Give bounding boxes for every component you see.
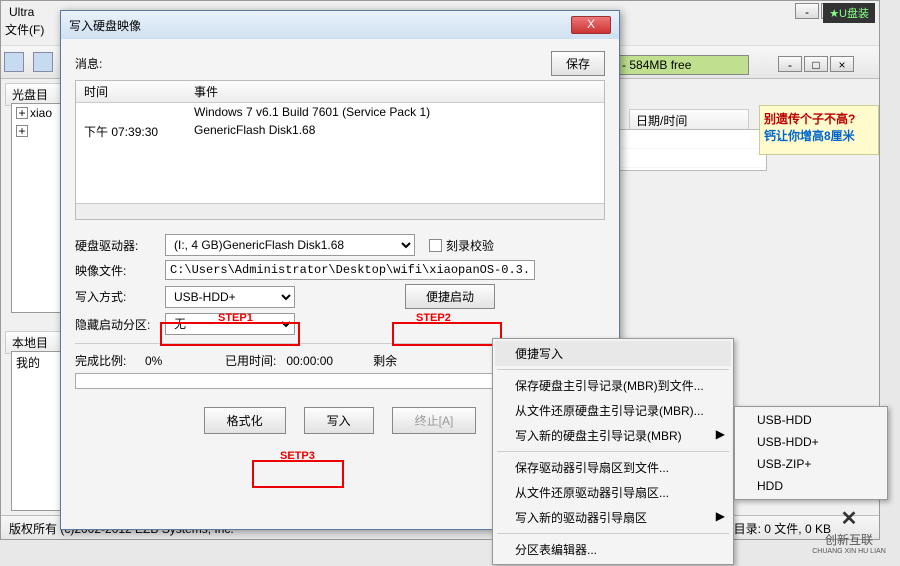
menu-restore-bootsector[interactable]: 从文件还原驱动器引导扇区...: [495, 480, 731, 505]
drive-label: 硬盘驱动器:: [75, 237, 165, 254]
table-row: 下午 07:39:30GenericFlash Disk1.68: [76, 121, 604, 142]
save-button[interactable]: 保存: [551, 51, 605, 76]
chevron-right-icon: ▶: [716, 509, 725, 523]
menu-label: 写入新的驱动器引导扇区: [515, 511, 647, 525]
quick-boot-menu: 便捷写入 保存硬盘主引导记录(MBR)到文件... 从文件还原硬盘主引导记录(M…: [492, 338, 734, 565]
write-button[interactable]: 写入: [304, 407, 374, 434]
drive-select[interactable]: (I:, 4 GB)GenericFlash Disk1.68: [165, 234, 415, 256]
menu-header: 便捷写入: [495, 341, 731, 366]
dialog-close-button[interactable]: X: [571, 16, 611, 34]
col-time[interactable]: 时间: [76, 81, 186, 103]
panel-window-controls: - □ ×: [778, 56, 854, 72]
submenu-usb-zip-plus[interactable]: USB-ZIP+: [737, 453, 885, 475]
window-title: Ultra: [9, 5, 34, 19]
logo-mark: ✕: [841, 508, 858, 530]
image-label: 映像文件:: [75, 262, 165, 279]
chevron-right-icon: ▶: [716, 427, 725, 441]
logo-brand: 创新互联: [804, 531, 894, 548]
time-cell: 下午 07:39:30: [76, 121, 186, 142]
menu-write-new-mbr[interactable]: 写入新的硬盘主引导记录(MBR) ▶: [495, 423, 731, 448]
menu-write-new-bootsector[interactable]: 写入新的驱动器引导扇区 ▶: [495, 505, 731, 530]
progress-value: 0%: [145, 354, 225, 368]
abort-button[interactable]: 终止[A]: [392, 407, 477, 434]
submenu-hdd[interactable]: HDD: [737, 475, 885, 497]
event-cell: GenericFlash Disk1.68: [186, 121, 604, 142]
maximize-button[interactable]: □: [804, 56, 828, 72]
new-icon[interactable]: [4, 52, 24, 72]
expand-icon[interactable]: +: [16, 125, 28, 137]
menu-separator: [497, 451, 729, 452]
elapsed-label: 已用时间:: [225, 352, 276, 369]
table-row: Windows 7 v6.1 Build 7601 (Service Pack …: [76, 103, 604, 122]
mbr-type-submenu: USB-HDD USB-HDD+ USB-ZIP+ HDD: [734, 406, 888, 500]
step1-label: STEP1: [218, 312, 253, 324]
quick-boot-button[interactable]: 便捷启动: [405, 284, 495, 309]
message-log: 时间事件 Windows 7 v6.1 Build 7601 (Service …: [75, 80, 605, 220]
menu-label: 写入新的硬盘主引导记录(MBR): [515, 429, 682, 443]
verify-checkbox[interactable]: [429, 239, 442, 252]
tree-label: 我的: [16, 356, 40, 370]
remain-label: 剩余: [373, 352, 397, 369]
col-event[interactable]: 事件: [186, 81, 604, 103]
menu-partition-editor[interactable]: 分区表编辑器...: [495, 537, 731, 562]
hide-partition-label: 隐藏启动分区:: [75, 316, 165, 333]
menu-save-mbr[interactable]: 保存硬盘主引导记录(MBR)到文件...: [495, 373, 731, 398]
ad-line-1: 别遗传个子不高?: [764, 110, 874, 127]
write-method-label: 写入方式:: [75, 288, 165, 305]
step2-label: STEP2: [416, 312, 451, 324]
logo-sub: CHUANG XIN HU LIAN: [804, 548, 894, 555]
menu-separator: [497, 533, 729, 534]
dialog-title: 写入硬盘映像: [69, 17, 571, 34]
ad-line-2: 钙让你增高8厘米: [764, 127, 874, 144]
menu-save-bootsector[interactable]: 保存驱动器引导扇区到文件...: [495, 455, 731, 480]
progress-label: 完成比例:: [75, 352, 145, 369]
event-cell: Windows 7 v6.1 Build 7601 (Service Pack …: [186, 103, 604, 122]
horizontal-scrollbar[interactable]: [76, 203, 604, 219]
usb-install-badge: ★U盘装: [823, 3, 875, 23]
dialog-titlebar[interactable]: 写入硬盘映像 X: [61, 11, 619, 39]
submenu-usb-hdd[interactable]: USB-HDD: [737, 409, 885, 431]
step3-label: SETP3: [280, 450, 315, 462]
open-icon[interactable]: [33, 52, 53, 72]
watermark-logo: ✕ 创新互联 CHUANG XIN HU LIAN: [804, 506, 894, 542]
submenu-usb-hdd-plus[interactable]: USB-HDD+: [737, 431, 885, 453]
verify-label: 刻录校验: [446, 237, 494, 254]
close-button[interactable]: ×: [830, 56, 854, 72]
menu-bar[interactable]: 文件(F): [5, 21, 44, 38]
message-label: 消息:: [75, 55, 155, 72]
image-path-input[interactable]: [165, 260, 535, 280]
write-method-select[interactable]: USB-HDD+: [165, 286, 295, 308]
ad-banner[interactable]: 别遗传个子不高? 钙让你增高8厘米: [759, 105, 879, 155]
minimize-button[interactable]: -: [778, 56, 802, 72]
format-button[interactable]: 格式化: [204, 407, 286, 434]
minimize-button[interactable]: -: [795, 3, 819, 19]
expand-icon[interactable]: +: [16, 107, 28, 119]
elapsed-value: 00:00:00: [286, 354, 333, 368]
menu-separator: [497, 369, 729, 370]
tree-label: xiao: [30, 106, 52, 120]
menu-restore-mbr[interactable]: 从文件还原硬盘主引导记录(MBR)...: [495, 398, 731, 423]
